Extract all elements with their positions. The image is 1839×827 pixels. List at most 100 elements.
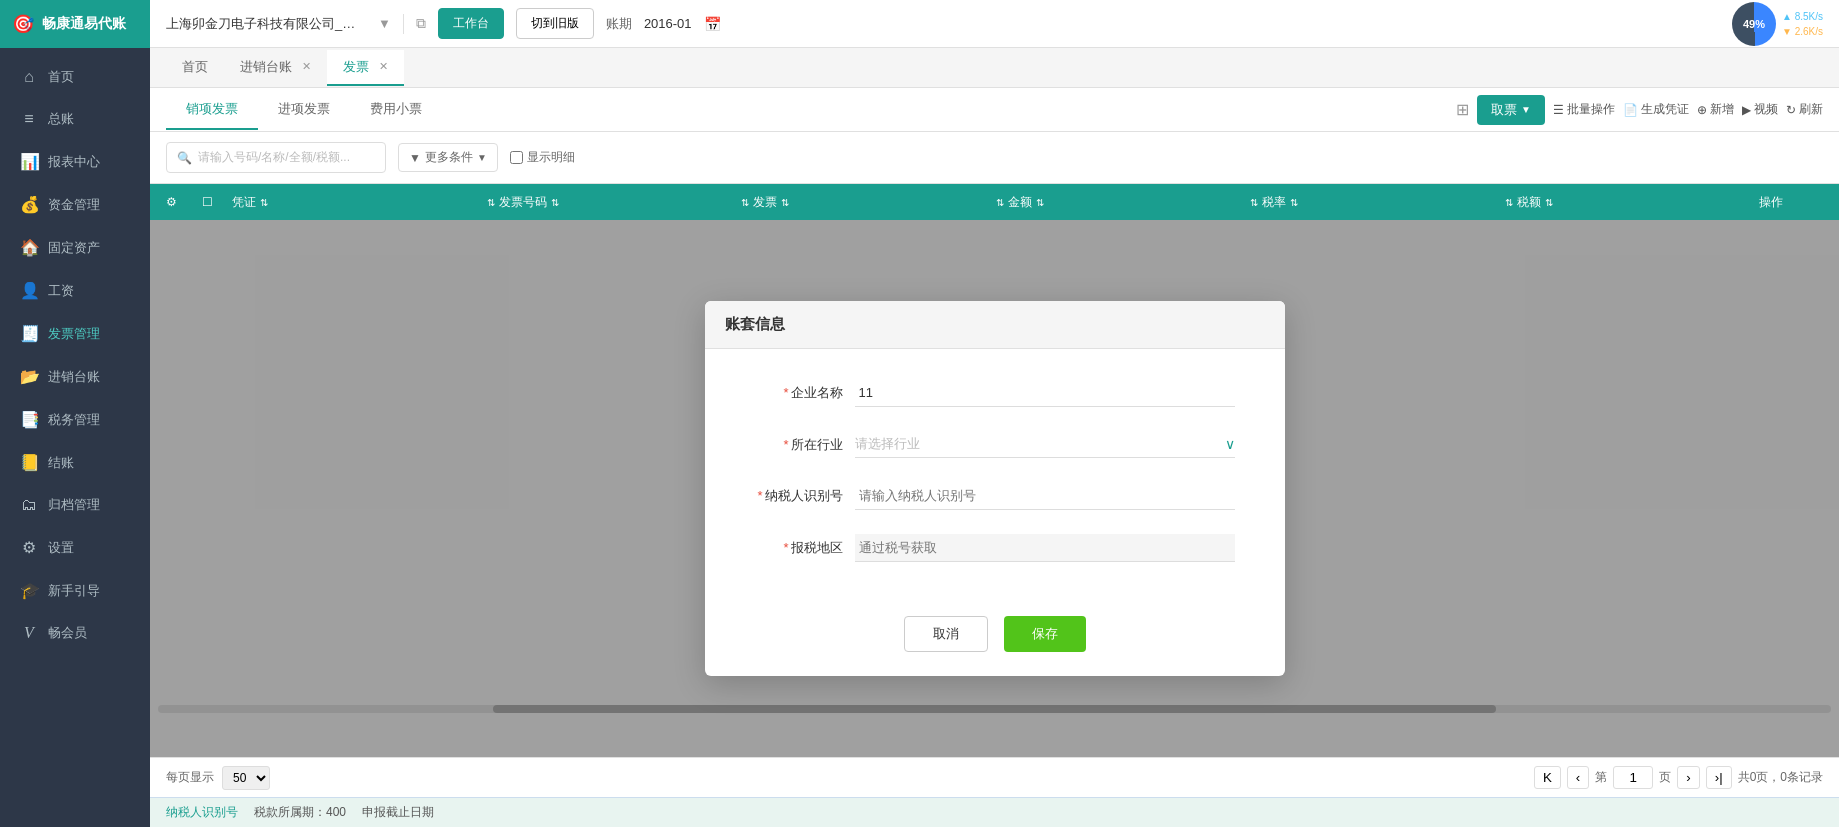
company-dropdown-icon[interactable]: ▼ bbox=[378, 16, 391, 31]
tax-info: 纳税人识别号 bbox=[166, 804, 238, 821]
sort-icon-rate2: ⇅ bbox=[1290, 197, 1298, 208]
sidebar-item-ledger[interactable]: ≡ 总账 bbox=[0, 98, 150, 140]
sidebar-item-settings[interactable]: ⚙ 设置 bbox=[0, 526, 150, 569]
calendar-icon[interactable]: 📅 bbox=[704, 16, 721, 32]
tax-period: 税款所属期：400 bbox=[254, 804, 346, 821]
th-voucher: 凭证 ⇅ bbox=[224, 194, 479, 211]
deadline: 申报截止日期 bbox=[362, 804, 434, 821]
sidebar-item-purchase-sale[interactable]: 📂 进销台账 bbox=[0, 355, 150, 398]
new-label[interactable]: ⊕ 新增 bbox=[1697, 101, 1734, 118]
settings-icon: ⚙ bbox=[20, 538, 38, 557]
sidebar-label-asset: 固定资产 bbox=[48, 239, 100, 257]
sidebar-item-guide[interactable]: 🎓 新手引导 bbox=[0, 569, 150, 612]
sidebar-label-archive: 归档管理 bbox=[48, 496, 100, 514]
invoice-tab-expense-label: 费用小票 bbox=[370, 101, 422, 116]
industry-placeholder: 请选择行业 bbox=[855, 435, 1225, 453]
sidebar-item-report[interactable]: 📊 报表中心 bbox=[0, 140, 150, 183]
sort-icon-invoice2: ⇅ bbox=[551, 197, 559, 208]
copy-icon[interactable]: ⧉ bbox=[416, 15, 426, 32]
sidebar-item-asset[interactable]: 🏠 固定资产 bbox=[0, 226, 150, 269]
batch-op-label[interactable]: ☰ 批量操作 bbox=[1553, 101, 1615, 118]
tax-id-label: *纳税人识别号 bbox=[755, 487, 855, 505]
archive-icon: 🗂 bbox=[20, 496, 38, 514]
content-area: 账套信息 *企业名称 *所在行业 bbox=[150, 220, 1839, 757]
topbar: 上海卯金刀电子科技有限公司_（台201... ▼ ⧉ 工作台 切到旧版 账期 2… bbox=[150, 0, 1839, 48]
fund-icon: 💰 bbox=[20, 195, 38, 214]
tax-icon: 📑 bbox=[20, 410, 38, 429]
sidebar-header: 🎯 畅康通易代账 bbox=[0, 0, 150, 48]
sort-icon-type2: ⇅ bbox=[781, 197, 789, 208]
form-row-tax-region: *报税地区 bbox=[755, 534, 1235, 562]
filter-dropdown-icon: ▼ bbox=[477, 152, 487, 163]
sort-icon-voucher: ⇅ bbox=[260, 197, 268, 208]
th-checkbox[interactable]: ☐ bbox=[194, 195, 224, 209]
sidebar-item-close[interactable]: 📒 结账 bbox=[0, 441, 150, 484]
status-bar: 纳税人识别号 税款所属期：400 申报截止日期 bbox=[150, 797, 1839, 827]
total-count: 共0页，0条记录 bbox=[1738, 769, 1823, 786]
sidebar-item-home[interactable]: ⌂ 首页 bbox=[0, 56, 150, 98]
close-account-icon: 📒 bbox=[20, 453, 38, 472]
page-input[interactable] bbox=[1613, 766, 1653, 789]
modal-dialog: 账套信息 *企业名称 *所在行业 bbox=[705, 301, 1285, 676]
cancel-button[interactable]: 取消 bbox=[904, 616, 988, 652]
generate-cert-label[interactable]: 📄 生成凭证 bbox=[1623, 101, 1689, 118]
show-detail-input[interactable] bbox=[510, 151, 523, 164]
video-icon: ▶ bbox=[1742, 103, 1751, 117]
speed-up: ▲ 8.5K/s bbox=[1782, 9, 1823, 24]
ticket-button[interactable]: 取票 ▼ bbox=[1477, 95, 1545, 125]
modal-title: 账套信息 bbox=[725, 315, 785, 332]
last-page-button[interactable]: ›| bbox=[1706, 766, 1732, 789]
search-input-wrapper[interactable]: 🔍 请输入号码/名称/全额/税额... bbox=[166, 142, 386, 173]
save-button[interactable]: 保存 bbox=[1004, 616, 1086, 652]
invoice-tab-purchase[interactable]: 进项发票 bbox=[258, 90, 350, 130]
tab-purchase-sale[interactable]: 进销台账 ✕ bbox=[224, 50, 327, 86]
industry-label: *所在行业 bbox=[755, 436, 855, 454]
sidebar-item-member[interactable]: V 畅会员 bbox=[0, 612, 150, 654]
switch-old-button[interactable]: 切到旧版 bbox=[516, 8, 594, 39]
industry-select-wrapper[interactable]: 请选择行业 ∨ bbox=[855, 431, 1235, 458]
first-page-button[interactable]: K bbox=[1534, 766, 1561, 789]
company-name-input[interactable] bbox=[855, 379, 1235, 407]
tax-id-input[interactable] bbox=[855, 482, 1235, 510]
search-icon: 🔍 bbox=[177, 151, 192, 165]
sidebar-label-tax: 税务管理 bbox=[48, 411, 100, 429]
grid-view-icon[interactable]: ⊞ bbox=[1456, 100, 1469, 119]
tab-purchase-sale-close-icon[interactable]: ✕ bbox=[302, 60, 311, 73]
th-invoice-number: ⇅ 发票号码 ⇅ bbox=[479, 194, 734, 211]
prev-page-button[interactable]: ‹ bbox=[1567, 766, 1589, 789]
sidebar-item-tax[interactable]: 📑 税务管理 bbox=[0, 398, 150, 441]
filter-button[interactable]: ▼ 更多条件 ▼ bbox=[398, 143, 498, 172]
invoice-tab-expense[interactable]: 费用小票 bbox=[350, 90, 442, 130]
sidebar-item-archive[interactable]: 🗂 归档管理 bbox=[0, 484, 150, 526]
video-label[interactable]: ▶ 视频 bbox=[1742, 101, 1778, 118]
sidebar-label-ledger: 总账 bbox=[48, 110, 74, 128]
speed-down: ▼ 2.6K/s bbox=[1782, 24, 1823, 39]
required-star-region: * bbox=[783, 540, 788, 555]
refresh-label[interactable]: ↻ 刷新 bbox=[1786, 101, 1823, 118]
th-invoice-type: ⇅ 发票 ⇅ bbox=[733, 194, 988, 211]
invoice-tab-sales[interactable]: 销项发票 bbox=[166, 90, 258, 130]
sidebar-item-fund[interactable]: 💰 资金管理 bbox=[0, 183, 150, 226]
toolbar-right-actions: ⊞ 取票 ▼ ☰ 批量操作 📄 生成凭证 ⊕ 新增 ▶ bbox=[1456, 95, 1823, 125]
show-detail-label: 显示明细 bbox=[527, 149, 575, 166]
sidebar-label-close: 结账 bbox=[48, 454, 74, 472]
show-detail-checkbox[interactable]: 显示明细 bbox=[510, 149, 575, 166]
workbench-button[interactable]: 工作台 bbox=[438, 8, 504, 39]
per-page-select[interactable]: 50 bbox=[222, 766, 270, 790]
th-amount: ⇅ 金额 ⇅ bbox=[988, 194, 1243, 211]
batch-op-icon: ☰ bbox=[1553, 103, 1564, 117]
tab-invoice[interactable]: 发票 ✕ bbox=[327, 50, 404, 86]
footer: 每页显示 50 K ‹ 第 页 › ›| 共0页，0条记录 bbox=[150, 757, 1839, 797]
tab-invoice-close-icon[interactable]: ✕ bbox=[379, 60, 388, 73]
sort-icon-invoice: ⇅ bbox=[487, 197, 495, 208]
network-circle: 49% bbox=[1732, 2, 1776, 46]
tab-home[interactable]: 首页 bbox=[166, 50, 224, 86]
next-page-button[interactable]: › bbox=[1677, 766, 1699, 789]
modal-body: *企业名称 *所在行业 请选择行业 ∨ bbox=[705, 349, 1285, 606]
th-settings: ⚙ bbox=[158, 195, 194, 209]
sidebar-item-invoice[interactable]: 🧾 发票管理 bbox=[0, 312, 150, 355]
th-tax-amount: ⇅ 税额 ⇅ bbox=[1497, 194, 1752, 211]
sidebar-item-salary[interactable]: 👤 工资 bbox=[0, 269, 150, 312]
per-page-label: 每页显示 bbox=[166, 769, 214, 786]
sort-icon-amount: ⇅ bbox=[996, 197, 1004, 208]
